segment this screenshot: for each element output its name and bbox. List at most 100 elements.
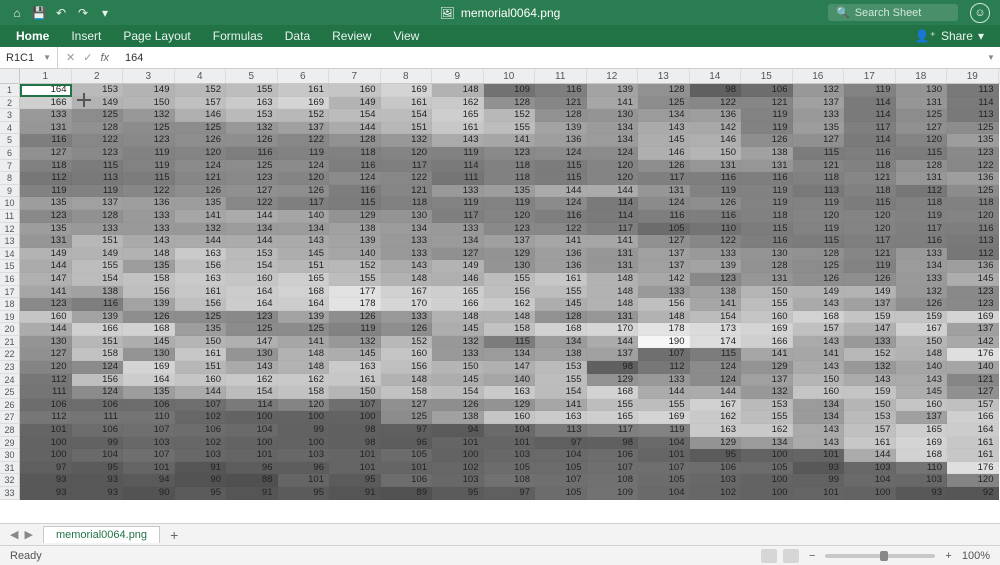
cell[interactable]: 133 <box>793 109 845 122</box>
cell[interactable]: 136 <box>535 248 587 261</box>
cell[interactable]: 139 <box>123 298 175 311</box>
cell[interactable]: 142 <box>947 336 999 349</box>
cell[interactable]: 129 <box>587 374 639 387</box>
row-header[interactable]: 32 <box>0 474 20 487</box>
cell[interactable]: 136 <box>947 260 999 273</box>
accept-icon[interactable]: ✓ <box>83 51 92 64</box>
cell[interactable]: 178 <box>329 298 381 311</box>
cell[interactable]: 141 <box>535 235 587 248</box>
cell[interactable]: 119 <box>741 109 793 122</box>
cell[interactable]: 100 <box>278 411 330 424</box>
column-header[interactable]: 7 <box>329 69 381 83</box>
column-header[interactable]: 4 <box>175 69 227 83</box>
cell[interactable]: 114 <box>947 97 999 110</box>
tab-review[interactable]: Review <box>332 29 371 43</box>
cell[interactable]: 127 <box>793 134 845 147</box>
cell[interactable]: 125 <box>381 411 433 424</box>
cell[interactable]: 125 <box>175 122 227 135</box>
cell[interactable]: 145 <box>896 386 948 399</box>
cell[interactable]: 102 <box>175 411 227 424</box>
cell[interactable]: 120 <box>381 147 433 160</box>
cell[interactable]: 143 <box>844 374 896 387</box>
cell[interactable]: 150 <box>844 399 896 412</box>
cell[interactable]: 128 <box>535 311 587 324</box>
cell[interactable]: 162 <box>690 411 742 424</box>
row-header[interactable]: 2 <box>0 97 20 110</box>
cell[interactable]: 106 <box>72 424 124 437</box>
cell[interactable]: 125 <box>947 185 999 198</box>
cell[interactable]: 165 <box>896 424 948 437</box>
cell[interactable]: 100 <box>741 449 793 462</box>
cell[interactable]: 169 <box>947 311 999 324</box>
cell[interactable]: 130 <box>123 348 175 361</box>
cell[interactable]: 143 <box>123 235 175 248</box>
cell[interactable]: 144 <box>587 185 639 198</box>
cell[interactable]: 120 <box>484 210 536 223</box>
cell[interactable]: 134 <box>587 122 639 135</box>
cell[interactable]: 119 <box>72 185 124 198</box>
cell[interactable]: 155 <box>638 399 690 412</box>
row-header[interactable]: 9 <box>0 185 20 198</box>
home-icon[interactable]: ⌂ <box>10 6 24 20</box>
cell[interactable]: 140 <box>484 374 536 387</box>
cell[interactable]: 119 <box>793 197 845 210</box>
cell[interactable]: 92 <box>947 487 999 500</box>
cell[interactable]: 140 <box>896 361 948 374</box>
cell[interactable]: 115 <box>72 160 124 173</box>
expand-formula-bar-icon[interactable]: ▼ <box>986 53 1000 62</box>
cell[interactable]: 123 <box>20 298 72 311</box>
cell[interactable]: 130 <box>381 210 433 223</box>
cell[interactable]: 154 <box>329 109 381 122</box>
cell[interactable]: 142 <box>690 122 742 135</box>
cell[interactable]: 124 <box>690 374 742 387</box>
cell[interactable]: 128 <box>484 97 536 110</box>
cell[interactable]: 133 <box>432 348 484 361</box>
cell[interactable]: 104 <box>72 449 124 462</box>
cell[interactable]: 144 <box>535 185 587 198</box>
cell[interactable]: 156 <box>175 260 227 273</box>
cell[interactable]: 131 <box>741 273 793 286</box>
cell[interactable]: 123 <box>484 147 536 160</box>
cell[interactable]: 177 <box>329 286 381 299</box>
cell[interactable]: 127 <box>896 122 948 135</box>
cell[interactable]: 148 <box>587 298 639 311</box>
cell[interactable]: 144 <box>20 323 72 336</box>
cell[interactable]: 127 <box>20 147 72 160</box>
cell[interactable]: 122 <box>226 197 278 210</box>
cell[interactable]: 119 <box>484 197 536 210</box>
cell[interactable]: 139 <box>535 122 587 135</box>
cell[interactable]: 166 <box>947 411 999 424</box>
cell[interactable]: 147 <box>844 323 896 336</box>
cell[interactable]: 101 <box>278 474 330 487</box>
cell[interactable]: 135 <box>20 223 72 236</box>
cell[interactable]: 141 <box>587 97 639 110</box>
cell[interactable]: 162 <box>226 374 278 387</box>
cell[interactable]: 136 <box>947 172 999 185</box>
cell[interactable]: 153 <box>741 399 793 412</box>
cell[interactable]: 161 <box>432 122 484 135</box>
cell[interactable]: 116 <box>947 223 999 236</box>
search-sheet-input[interactable]: 🔍 Search Sheet <box>828 4 958 21</box>
cell[interactable]: 169 <box>278 97 330 110</box>
cell[interactable]: 95 <box>278 487 330 500</box>
cell[interactable]: 100 <box>432 449 484 462</box>
cell[interactable]: 123 <box>484 223 536 236</box>
cell[interactable]: 135 <box>484 185 536 198</box>
zoom-out-button[interactable]: − <box>809 550 815 562</box>
column-header[interactable]: 13 <box>638 69 690 83</box>
cell[interactable]: 118 <box>947 197 999 210</box>
cell[interactable]: 151 <box>72 336 124 349</box>
cell[interactable]: 105 <box>381 449 433 462</box>
cell[interactable]: 128 <box>896 160 948 173</box>
cell[interactable]: 100 <box>226 411 278 424</box>
cell[interactable]: 122 <box>947 160 999 173</box>
share-button[interactable]: 👤⁺ Share ▾ <box>915 29 984 43</box>
cell[interactable]: 131 <box>741 160 793 173</box>
cell[interactable]: 156 <box>381 361 433 374</box>
cell[interactable]: 160 <box>896 399 948 412</box>
cell[interactable]: 148 <box>381 273 433 286</box>
cell[interactable]: 111 <box>432 172 484 185</box>
tab-formulas[interactable]: Formulas <box>213 29 263 43</box>
cell[interactable]: 158 <box>123 273 175 286</box>
cell[interactable]: 144 <box>20 260 72 273</box>
